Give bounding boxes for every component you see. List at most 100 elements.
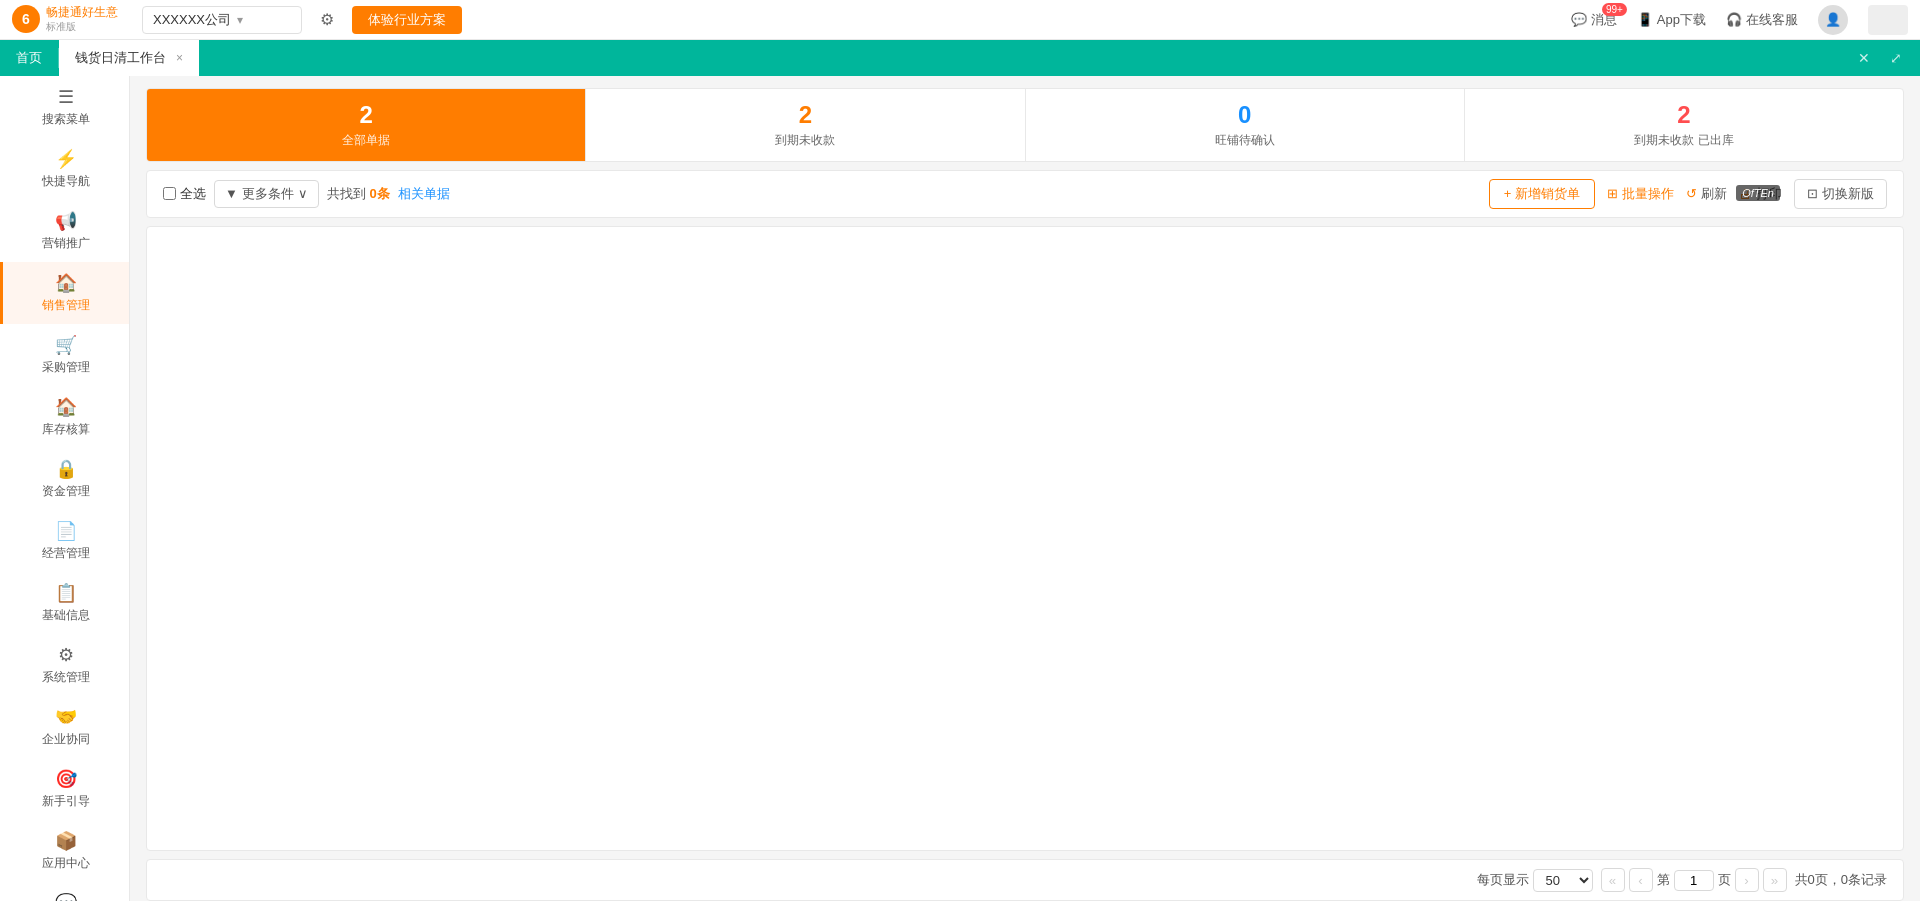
found-count: 0条 <box>370 186 390 201</box>
prev-page-button[interactable]: ‹ <box>1629 868 1653 892</box>
purchase-icon: 🛒 <box>55 334 77 356</box>
toolbar-right: + 新增销货单 ⊞ 批量操作 ↺ 刷新 🖨 打印 ⊡ 切换新版 <box>1489 179 1887 209</box>
sales-icon: 🏠 <box>55 272 77 294</box>
pagination-bar: 每页显示 50 100 « ‹ 第 页 › » 共0页，0条记录 <box>146 859 1904 901</box>
stat-num-unshipped: 2 <box>1677 101 1690 130</box>
batch-icon: ⊞ <box>1607 186 1618 201</box>
first-page-button[interactable]: « <box>1601 868 1625 892</box>
company-name: XXXXXX公司 <box>153 11 231 29</box>
page-input[interactable] <box>1674 870 1714 891</box>
switch-icon: ⊡ <box>1807 186 1818 201</box>
filter-icon: ▼ <box>225 186 238 201</box>
switch-version-button[interactable]: ⊡ 切换新版 <box>1794 179 1887 209</box>
sidebar-item-quick-nav[interactable]: ⚡ 快捷导航 <box>0 138 129 200</box>
sidebar-item-guide[interactable]: 🎯 新手引导 <box>0 758 129 820</box>
marketing-icon: 📢 <box>55 210 77 232</box>
sidebar-item-system[interactable]: ⚙ 系统管理 <box>0 634 129 696</box>
logo-badge: 标准版 <box>46 20 118 34</box>
sidebar-label-basic-info: 基础信息 <box>42 607 90 624</box>
filter-button[interactable]: ▼ 更多条件 ∨ <box>214 180 319 208</box>
system-icon: ⚙ <box>58 644 74 666</box>
refresh-button[interactable]: ↺ 刷新 <box>1686 185 1727 203</box>
last-page-button[interactable]: » <box>1763 868 1787 892</box>
filter-chevron: ∨ <box>298 186 308 201</box>
sidebar-item-marketing[interactable]: 📢 营销推广 <box>0 200 129 262</box>
per-page-label: 每页显示 <box>1477 871 1529 889</box>
gear-button[interactable]: ⚙ <box>312 5 342 35</box>
stat-cards: 2 全部单据 2 到期未收款 0 旺铺待确认 2 到期未收款 已出库 <box>146 88 1904 162</box>
sidebar-item-search-menu[interactable]: ☰ 搜索菜单 <box>0 76 129 138</box>
sidebar-item-basic-info[interactable]: 📋 基础信息 <box>0 572 129 634</box>
tab-work-station[interactable]: 钱货日清工作台 × <box>59 40 199 76</box>
new-sale-button[interactable]: + 新增销货单 <box>1489 179 1595 209</box>
nav-tabs: 首页 钱货日清工作台 × ✕ ⤢ <box>0 40 1920 76</box>
page-label: 第 <box>1657 871 1670 889</box>
service-icon: 🎧 <box>1726 12 1742 27</box>
sidebar-item-finance[interactable]: 🔒 资金管理 <box>0 448 129 510</box>
select-all-checkbox[interactable]: 全选 <box>163 185 206 203</box>
stat-label-all: 全部单据 <box>342 132 390 149</box>
app-download-button[interactable]: 📱 App下载 <box>1637 11 1706 29</box>
sidebar-label-quick-nav: 快捷导航 <box>42 173 90 190</box>
app-download-label: App下载 <box>1657 11 1706 29</box>
sidebar-label-system: 系统管理 <box>42 669 90 686</box>
table-area <box>146 226 1904 851</box>
sidebar-label-enterprise: 企业协同 <box>42 731 90 748</box>
page-navigation: « ‹ 第 页 › » <box>1601 868 1787 892</box>
total-label: 共0页，0条记录 <box>1795 871 1887 889</box>
stat-card-overdue[interactable]: 2 到期未收款 <box>586 89 1025 161</box>
online-service-label: 在线客服 <box>1746 11 1798 29</box>
sidebar-item-app-center[interactable]: 📦 应用中心 <box>0 820 129 882</box>
tab-home-label: 首页 <box>16 49 42 67</box>
refresh-icon: ↺ <box>1686 186 1697 201</box>
per-page-select[interactable]: 50 100 <box>1533 869 1593 892</box>
filter-label: 更多条件 <box>242 185 294 203</box>
sidebar-item-inventory[interactable]: 🏠 库存核算 <box>0 386 129 448</box>
inventory-icon: 🏠 <box>55 396 77 418</box>
tab-close-icon[interactable]: × <box>176 51 183 65</box>
sidebar-label-finance: 资金管理 <box>42 483 90 500</box>
stat-num-pending: 0 <box>1238 101 1251 130</box>
stat-card-unshipped[interactable]: 2 到期未收款 已出库 <box>1465 89 1903 161</box>
user-info[interactable] <box>1868 5 1908 35</box>
sidebar-item-sales[interactable]: 🏠 销售管理 <box>0 262 129 324</box>
main-layout: ☰ 搜索菜单 ⚡ 快捷导航 📢 营销推广 🏠 销售管理 🛒 采购管理 🏠 库存核… <box>0 76 1920 901</box>
sidebar-label-app-center: 应用中心 <box>42 855 90 872</box>
avatar[interactable]: 👤 <box>1818 5 1848 35</box>
finance-icon: 🔒 <box>55 458 77 480</box>
experience-button[interactable]: 体验行业方案 <box>352 6 462 34</box>
toolbar: 全选 ▼ 更多条件 ∨ 共找到 0条 相关单据 + 新增销货单 ⊞ 批量操作 <box>146 170 1904 218</box>
select-all-input[interactable] <box>163 187 176 200</box>
sidebar-label-purchase: 采购管理 <box>42 359 90 376</box>
select-all-label: 全选 <box>180 185 206 203</box>
sidebar-label-marketing: 营销推广 <box>42 235 90 252</box>
sidebar-label-search-menu: 搜索菜单 <box>42 111 90 128</box>
sidebar-item-operations[interactable]: 📄 经营管理 <box>0 510 129 572</box>
sidebar-item-enterprise[interactable]: 🤝 企业协同 <box>0 696 129 758</box>
minimize-icon[interactable]: ✕ <box>1852 46 1876 70</box>
sidebar-item-purchase[interactable]: 🛒 采购管理 <box>0 324 129 386</box>
sidebar-item-wechat[interactable]: 💬 企业微信 <box>0 882 129 901</box>
maximize-icon[interactable]: ⤢ <box>1884 46 1908 70</box>
tab-work-station-label: 钱货日清工作台 <box>75 49 166 67</box>
online-service-button[interactable]: 🎧 在线客服 <box>1726 11 1798 29</box>
stat-label-pending: 旺铺待确认 <box>1215 132 1275 149</box>
stat-num-overdue: 2 <box>799 101 812 130</box>
related-link[interactable]: 相关单据 <box>398 185 450 203</box>
batch-button[interactable]: ⊞ 批量操作 <box>1607 185 1674 203</box>
often-badge: OfTEn <box>1736 185 1780 201</box>
tab-home[interactable]: 首页 <box>0 40 58 76</box>
window-controls: ✕ ⤢ <box>1852 40 1920 76</box>
refresh-label: 刷新 <box>1701 185 1727 203</box>
sidebar-label-inventory: 库存核算 <box>42 421 90 438</box>
found-text: 共找到 0条 <box>327 185 390 203</box>
stat-card-pending[interactable]: 0 旺铺待确认 <box>1026 89 1465 161</box>
company-selector[interactable]: XXXXXX公司 ▾ <box>142 6 302 34</box>
message-button[interactable]: 💬 消息 99+ <box>1571 11 1617 29</box>
stat-card-all[interactable]: 2 全部单据 <box>147 89 586 161</box>
logo-area: 6 畅捷通好生意 标准版 <box>12 5 142 33</box>
toolbar-left: 全选 ▼ 更多条件 ∨ 共找到 0条 相关单据 <box>163 180 1481 208</box>
next-page-button[interactable]: › <box>1735 868 1759 892</box>
app-center-icon: 📦 <box>55 830 77 852</box>
stat-num-all: 2 <box>359 101 372 130</box>
